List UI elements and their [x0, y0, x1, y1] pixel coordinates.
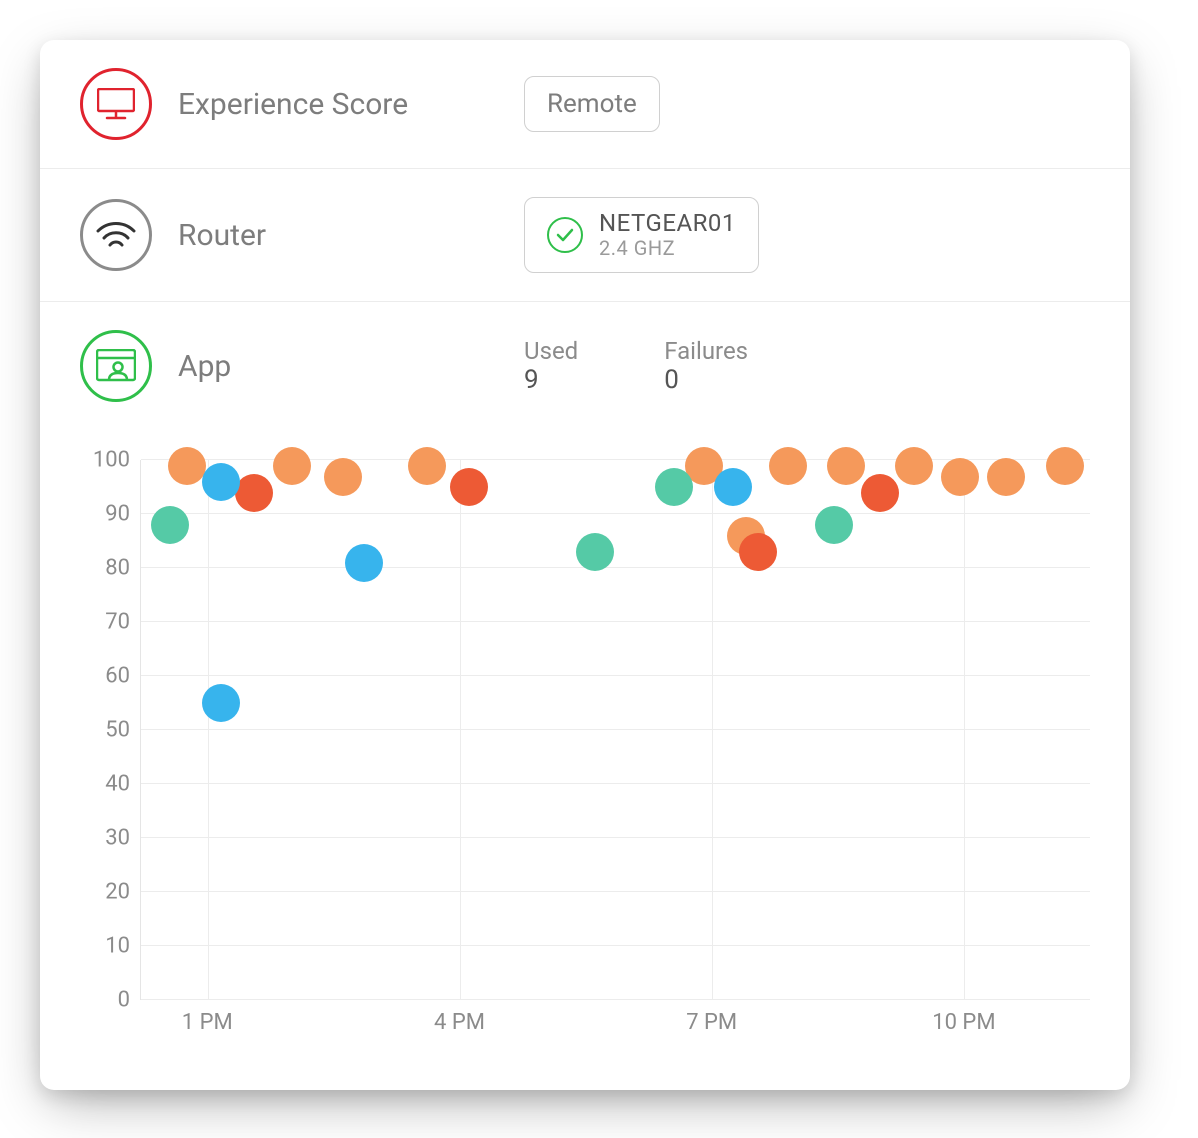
- data-point[interactable]: [168, 447, 206, 485]
- router-device-band: 2.4 GHZ: [599, 236, 736, 260]
- data-point[interactable]: [151, 506, 189, 544]
- failures-value: 0: [664, 365, 748, 395]
- y-tick-label: 50: [80, 718, 130, 743]
- row-app[interactable]: App Used 9 Failures 0: [40, 302, 1130, 430]
- y-tick-label: 60: [80, 664, 130, 689]
- y-tick-label: 20: [80, 880, 130, 905]
- used-value: 9: [524, 365, 578, 395]
- y-tick-label: 100: [80, 448, 130, 473]
- data-point[interactable]: [202, 463, 240, 501]
- data-point[interactable]: [987, 458, 1025, 496]
- data-point[interactable]: [408, 447, 446, 485]
- row-router[interactable]: Router NETGEAR01 2.4 GHZ: [40, 169, 1130, 302]
- x-axis: 1 PM 4 PM 7 PM 10 PM: [140, 1000, 1090, 1040]
- data-point[interactable]: [1046, 447, 1084, 485]
- remote-pill[interactable]: Remote: [524, 76, 660, 132]
- x-tick-label: 10 PM: [932, 1010, 995, 1035]
- data-point[interactable]: [769, 447, 807, 485]
- y-axis: 0102030405060708090100: [80, 460, 140, 1000]
- stat-failures: Failures 0: [664, 337, 748, 395]
- monitor-icon: [80, 68, 152, 140]
- gridline-h: [141, 945, 1090, 946]
- gridline-h: [141, 783, 1090, 784]
- used-label: Used: [524, 337, 578, 365]
- data-point[interactable]: [861, 474, 899, 512]
- data-point[interactable]: [324, 458, 362, 496]
- x-tick-label: 1 PM: [182, 1010, 233, 1035]
- gridline-h: [141, 675, 1090, 676]
- data-point[interactable]: [450, 468, 488, 506]
- gridline-v: [208, 460, 209, 1000]
- failures-label: Failures: [664, 337, 748, 365]
- row-experience[interactable]: Experience Score Remote: [40, 40, 1130, 169]
- data-point[interactable]: [895, 447, 933, 485]
- gridline-v: [964, 460, 965, 1000]
- y-tick-label: 30: [80, 826, 130, 851]
- gridline-h: [141, 513, 1090, 514]
- y-tick-label: 80: [80, 556, 130, 581]
- y-tick-label: 40: [80, 772, 130, 797]
- gridline-v: [712, 460, 713, 1000]
- y-tick-label: 10: [80, 934, 130, 959]
- experience-label: Experience Score: [178, 87, 498, 122]
- app-icon: [80, 330, 152, 402]
- data-point[interactable]: [345, 544, 383, 582]
- data-point[interactable]: [235, 474, 273, 512]
- check-icon: [547, 217, 583, 253]
- app-label: App: [178, 349, 498, 384]
- data-point[interactable]: [273, 447, 311, 485]
- router-device-name: NETGEAR01: [599, 210, 736, 236]
- data-point[interactable]: [827, 447, 865, 485]
- data-point[interactable]: [714, 468, 752, 506]
- gridline-h: [141, 837, 1090, 838]
- x-tick-label: 4 PM: [434, 1010, 485, 1035]
- router-label: Router: [178, 218, 498, 253]
- gridline-h: [141, 621, 1090, 622]
- dashboard-card: Experience Score Remote Router NETGEAR01…: [40, 40, 1130, 1090]
- router-device-pill[interactable]: NETGEAR01 2.4 GHZ: [524, 197, 759, 273]
- y-tick-label: 70: [80, 610, 130, 635]
- stat-used: Used 9: [524, 337, 578, 395]
- gridline-h: [141, 729, 1090, 730]
- x-tick-label: 7 PM: [686, 1010, 737, 1035]
- data-point[interactable]: [576, 533, 614, 571]
- gridline-h: [141, 567, 1090, 568]
- gridline-h: [141, 891, 1090, 892]
- gridline-v: [460, 460, 461, 1000]
- data-point[interactable]: [739, 533, 777, 571]
- data-point[interactable]: [941, 458, 979, 496]
- data-point[interactable]: [202, 684, 240, 722]
- y-tick-label: 90: [80, 502, 130, 527]
- data-point[interactable]: [655, 468, 693, 506]
- scatter-chart: 0 10 20 30 40 50 60 70 80 90 100 1 PM 4 PM 7 PM 10 PM: [40, 430, 1130, 1090]
- wifi-icon: [80, 199, 152, 271]
- data-point[interactable]: [815, 506, 853, 544]
- y-tick-label: 0: [80, 988, 130, 1013]
- plot-area: [140, 460, 1090, 1000]
